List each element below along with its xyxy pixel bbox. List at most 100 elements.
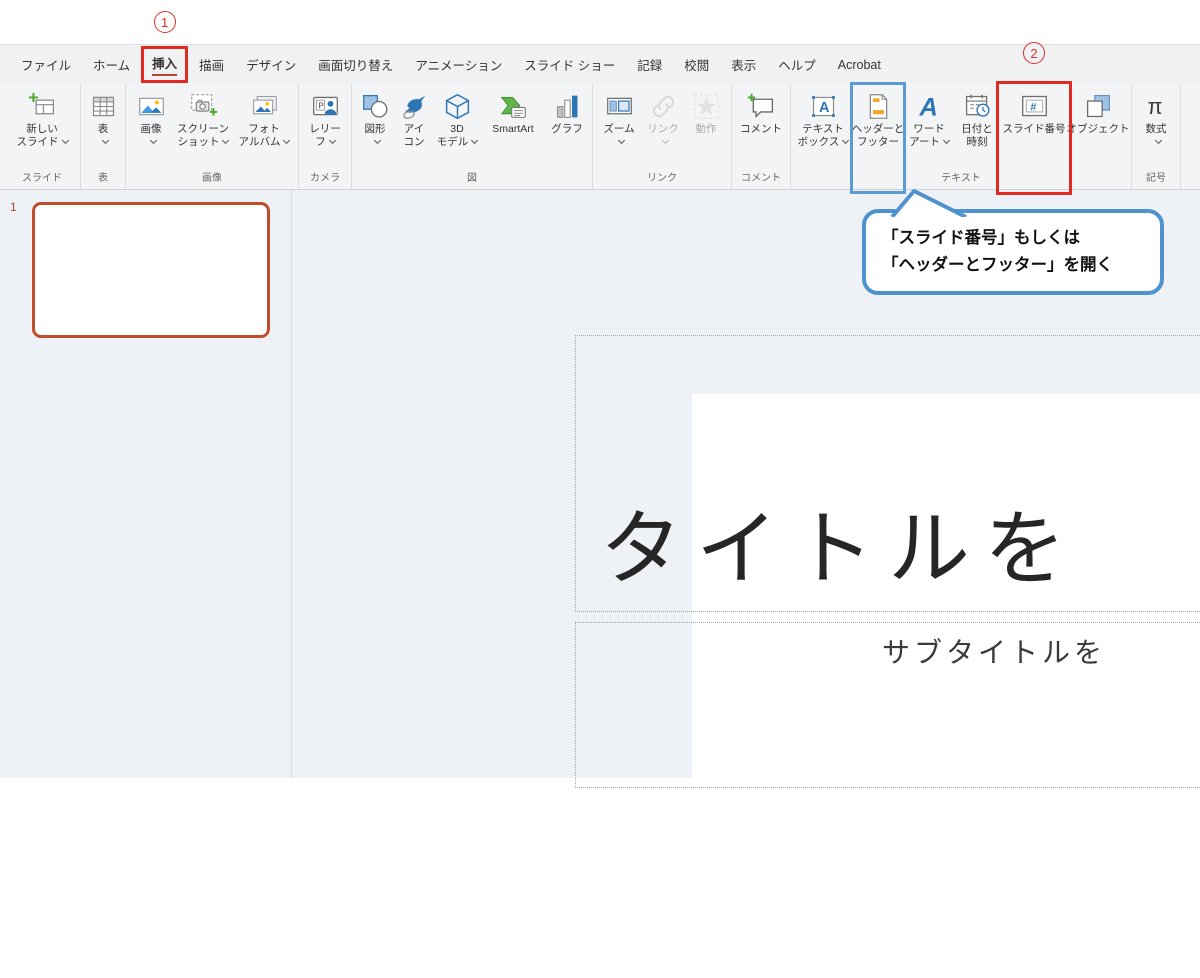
slide-thumbnail-panel: 1 [0,190,292,778]
tab-draw[interactable]: 描画 [188,48,235,81]
picture-button[interactable]: 画像 [130,88,172,166]
object-button[interactable]: オブジェクト [1066,88,1130,166]
powerpoint-window: ファイル ホーム 挿入 1 描画 デザイン 画面切り替え アニメーション スライド ショー 記録 校… [0,0,1200,978]
screenshot-button[interactable]: スクリーン ショット [174,88,232,166]
step-marker-1: 1 [153,11,176,33]
chevron-down-icon [328,136,336,145]
cameo-icon: P [311,90,340,122]
header-footer-icon [864,90,893,122]
tab-animations[interactable]: アニメーション [404,48,513,81]
table-label: 表 [98,123,109,149]
chart-label: グラフ [551,123,583,135]
svg-text:π: π [1147,93,1162,118]
tab-insert[interactable]: 挿入 1 [141,11,189,83]
tab-acrobat[interactable]: Acrobat [827,51,892,79]
3d-models-button[interactable]: 3D モデル [434,88,480,166]
slide-number-icon: # [1020,90,1049,122]
chevron-down-icon [661,136,669,145]
ribbon-group-links: ズーム リンク 動作 リンク [593,84,732,189]
smartart-button[interactable]: SmartArt [482,88,544,166]
table-icon [89,90,118,122]
chart-icon [553,90,582,122]
ribbon-group-label-slides: スライド [22,173,62,184]
ribbon-group-label-images: 画像 [202,173,222,184]
zoom-button[interactable]: ズーム [597,88,641,166]
ribbon-group-label-camera: カメラ [310,173,340,184]
shapes-icon [361,90,390,122]
ribbon-group-slides: 新しい スライドスライド [4,84,81,189]
comment-button[interactable]: コメント [736,88,786,166]
shapes-button[interactable]: 図形 [356,88,394,166]
equation-button[interactable]: π 数式 [1136,88,1176,166]
object-icon [1084,90,1113,122]
chevron-down-icon [471,136,479,145]
action-icon [692,90,721,122]
callout-text-line1: 「スライド番号」もしくは [882,229,1080,247]
equation-label: 数式 [1146,123,1167,149]
ribbon-group-camera: P レリーフカメラ [299,84,352,189]
cameo-button[interactable]: P レリーフ [303,88,347,166]
tab-slide-show[interactable]: スライド ショー [513,48,626,81]
tab-record[interactable]: 記録 [626,48,673,81]
title-placeholder[interactable]: タイトルを [575,335,1200,612]
tab-label: 画面切り替え [318,59,394,73]
title-placeholder-text: タイトルを [600,504,1081,595]
tab-label: 挿入 [152,53,178,76]
tab-review[interactable]: 校閲 [673,48,720,81]
chevron-down-icon [617,136,625,145]
text-box-button[interactable]: A テキスト ボックス [795,88,851,166]
tab-home[interactable]: ホーム [82,48,141,81]
date-time-button[interactable]: 日付と 時刻 [955,88,999,166]
date-time-icon [963,90,992,122]
icons-button[interactable]: アイ コン [396,88,432,166]
header-footer-button[interactable]: ヘッダーと フッター [850,82,906,194]
slide-thumbnail-number: 1 [10,200,17,214]
slide-thumbnail[interactable] [32,202,270,338]
ribbon-group-label-illustrations: 図 [467,173,477,184]
tab-view[interactable]: 表示 [720,48,767,81]
date-time-label: 日付と 時刻 [961,123,993,148]
subtitle-placeholder-text: サブタイトルを [882,637,1107,668]
title-bar-area [0,0,1200,44]
ribbon-insert-tab-content: 新しい スライド スライド表表画像 スクリーン ショット フォト アルバム 画像 P レリーフカメ… [0,42,1200,195]
new-slide-button[interactable]: 新しい スライド [8,88,76,166]
tab-transitions[interactable]: 画面切り替え [307,48,404,81]
svg-text:A: A [918,93,937,120]
object-label: オブジェクト [1066,123,1130,135]
wordart-icon: A [915,90,944,122]
subtitle-placeholder[interactable]: サブタイトルを [575,622,1200,788]
zoom-label: ズーム [603,123,635,149]
callout-tail [890,189,967,217]
action-button[interactable]: 動作 [685,88,727,166]
zoom-icon [605,90,634,122]
chevron-down-icon [373,136,381,145]
slide-number-label: スライド番号 [1002,123,1066,135]
action-label: 動作 [695,123,717,135]
photo-album-button[interactable]: フォト アルバム [234,88,294,166]
chart-button[interactable]: グラフ [546,88,588,166]
chevron-down-icon [283,136,291,145]
tab-label: ファイル [21,59,72,73]
table-button[interactable]: 表 [85,88,121,166]
ribbon-group-label-symbols: 記号 [1146,173,1166,184]
slide-number-button[interactable]: # スライド番号 2 [996,42,1072,195]
ribbon-group-label-links: リンク [647,173,677,184]
smartart-icon [499,90,528,122]
ribbon-group-text: A テキスト ボックス ヘッダーと フッター A ワード アート 日付と 時刻 # スライド番号 2 オブ… [791,42,1132,195]
icons-label: アイ コン [403,123,425,148]
smartart-label: SmartArt [492,123,534,135]
wordart-label: ワード アート [909,123,950,149]
tab-label: 表示 [731,59,757,73]
chevron-down-icon [61,136,69,145]
ribbon-group-label-comments: コメント [741,173,781,184]
ribbon-tab-bar: ファイル ホーム 挿入 1 描画 デザイン 画面切り替え アニメーション スライド ショー 記録 校… [0,11,1200,84]
wordart-button[interactable]: A ワード アート [905,88,953,166]
photo-album-icon [250,90,279,122]
tab-help[interactable]: ヘルプ [767,48,827,81]
tab-file[interactable]: ファイル [10,48,82,81]
tab-label: スライド ショー [524,59,616,73]
picture-icon [137,90,166,122]
link-button[interactable]: リンク [643,88,683,166]
tab-design[interactable]: デザイン [235,48,307,81]
chevron-down-icon [101,136,109,145]
